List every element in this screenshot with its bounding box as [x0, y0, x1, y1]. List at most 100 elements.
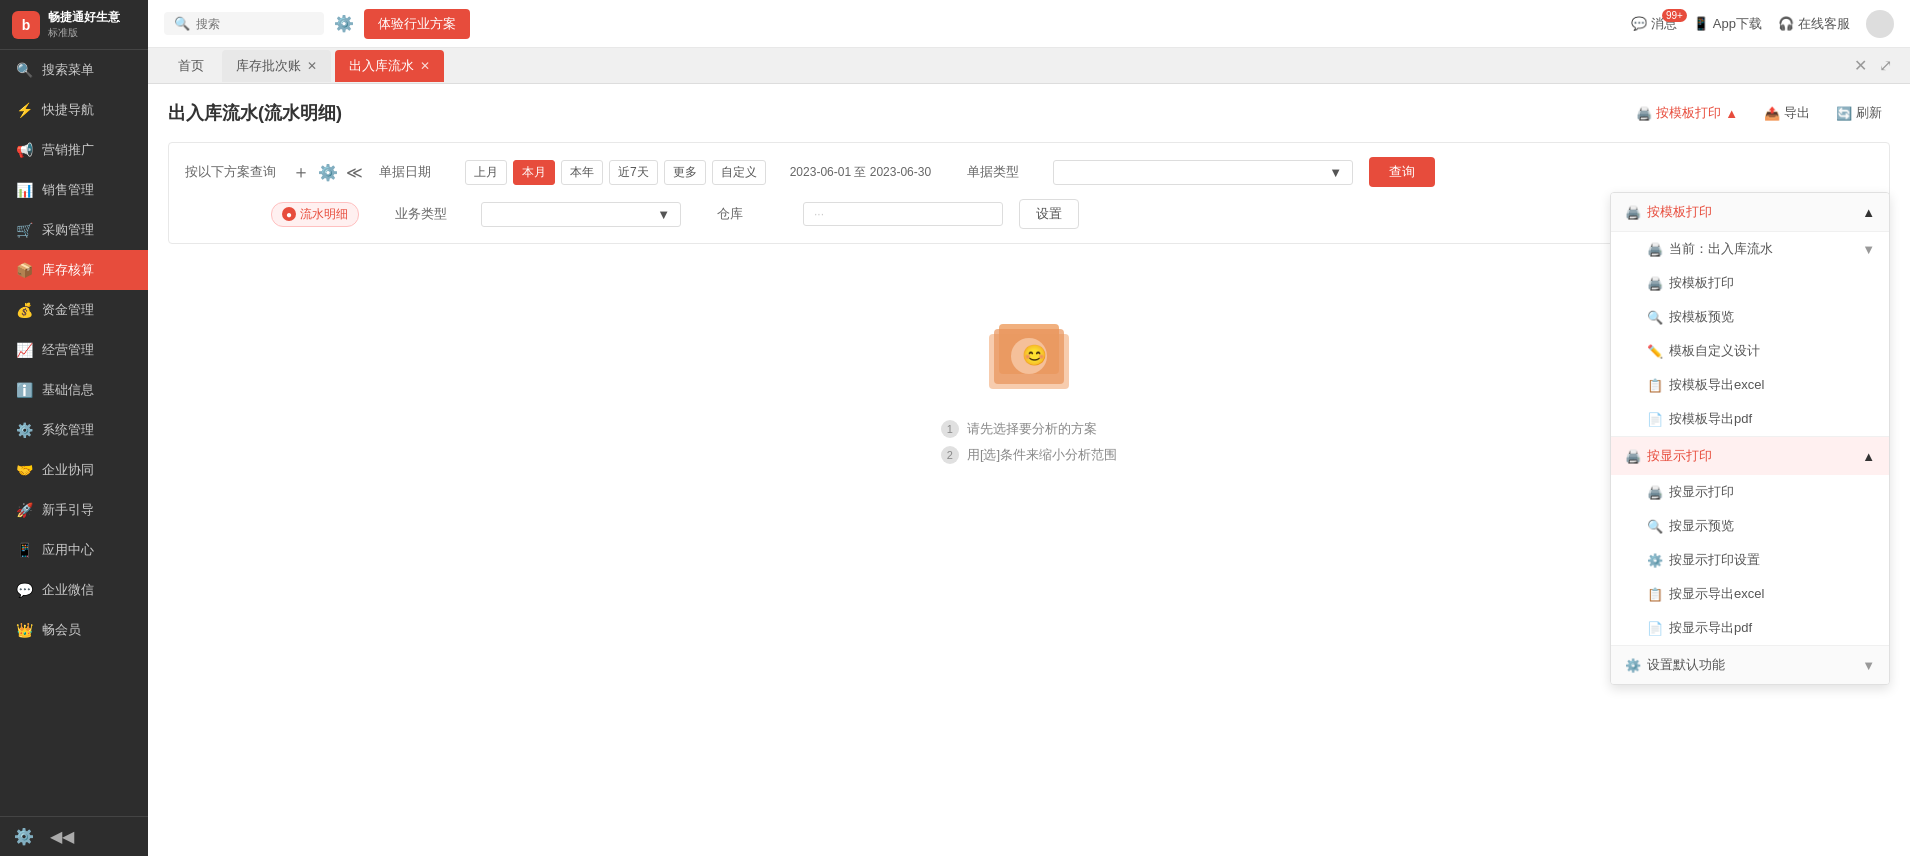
topbar-gear-icon[interactable]: ⚙️: [334, 14, 354, 33]
online-service-button[interactable]: 🎧 在线客服: [1778, 15, 1850, 33]
template-print-dropdown: 🖨️ 按模板打印 ▲ 🖨️ 当前：出入库流水 ▼ 🖨️ 按模板打印 🔍: [1610, 192, 1890, 685]
page-title: 出入库流水(流水明细): [168, 101, 342, 125]
date-btn-last7[interactable]: 近7天: [609, 160, 658, 185]
refresh-button[interactable]: 🔄 刷新: [1828, 100, 1890, 126]
sidebar-item-purchase[interactable]: 🛒 采购管理: [0, 210, 148, 250]
logo-text: 畅捷通好生意 标准版: [48, 10, 120, 39]
current-icon: 🖨️: [1647, 242, 1663, 257]
warehouse-select[interactable]: ···: [803, 202, 1003, 226]
footer-settings-icon: ⚙️: [1625, 658, 1641, 673]
query-button[interactable]: 查询: [1369, 157, 1435, 187]
doc-type-select[interactable]: ▼: [1053, 160, 1353, 185]
close-window-button[interactable]: ✕: [1852, 54, 1869, 77]
filter-collapse-button[interactable]: ≪: [346, 163, 363, 182]
sidebar-item-guide[interactable]: 🚀 新手引导: [0, 490, 148, 530]
date-btn-this-year[interactable]: 本年: [561, 160, 603, 185]
empty-tip-1: 1 请先选择要分析的方案: [941, 420, 1117, 438]
display-settings-icon: ⚙️: [1647, 553, 1663, 568]
sidebar-item-apps[interactable]: 📱 应用中心: [0, 530, 148, 570]
box-icon: 📦: [14, 260, 34, 280]
tab-flow-close[interactable]: ✕: [420, 59, 430, 73]
sub-pdf-icon: 📄: [1647, 412, 1663, 427]
headset-icon: 🎧: [1778, 16, 1794, 31]
sidebar-nav: 🔍 搜索菜单 ⚡ 快捷导航 📢 营销推广 📊 销售管理 🛒 采购管理 📦 库存核…: [0, 50, 148, 816]
handshake-icon: 🤝: [14, 460, 34, 480]
download-icon: 📱: [1693, 16, 1709, 31]
dropdown-template-export-pdf[interactable]: 📄 按模板导出pdf: [1611, 402, 1889, 436]
sidebar: b 畅捷通好生意 标准版 🔍 搜索菜单 ⚡ 快捷导航 📢 营销推广 📊 销售管理…: [0, 0, 148, 856]
warehouse-label: 仓库: [717, 205, 787, 223]
business-type-label: 业务类型: [395, 205, 465, 223]
dropdown-current-selection[interactable]: 🖨️ 当前：出入库流水 ▼: [1611, 232, 1889, 266]
dropdown-template-export-excel[interactable]: 📋 按模板导出excel: [1611, 368, 1889, 402]
display-print-icon: 🖨️: [1647, 485, 1663, 500]
date-btn-more[interactable]: 更多: [664, 160, 706, 185]
sidebar-item-marketing[interactable]: 📢 营销推广: [0, 130, 148, 170]
chevron-up-icon: ▲: [1725, 106, 1738, 121]
trial-button[interactable]: 体验行业方案: [364, 9, 470, 39]
sidebar-item-inventory[interactable]: 📦 库存核算: [0, 250, 148, 290]
rocket-icon: 🚀: [14, 500, 34, 520]
export-button[interactable]: 📤 导出: [1756, 100, 1818, 126]
search-box[interactable]: 🔍: [164, 12, 324, 35]
expand-window-button[interactable]: ⤢: [1877, 54, 1894, 77]
tab-home[interactable]: 首页: [164, 50, 218, 82]
chevron-down-icon: ▼: [1329, 165, 1342, 180]
sub-custom-icon: ✏️: [1647, 344, 1663, 359]
dropdown-footer[interactable]: ⚙️ 设置默认功能 ▼: [1611, 645, 1889, 684]
search-input[interactable]: [196, 17, 296, 31]
filter-settings-button[interactable]: ⚙️: [318, 163, 338, 182]
tab-batch-close[interactable]: ✕: [307, 59, 317, 73]
tab-batch[interactable]: 库存批次账 ✕: [222, 50, 331, 82]
main-area: 🔍 ⚙️ 体验行业方案 💬 消息 99+ 📱 App下载 🎧 在线客服: [148, 0, 1910, 856]
doc-type-label: 单据类型: [967, 163, 1037, 181]
logo: b 畅捷通好生意 标准版: [0, 0, 148, 50]
dropdown-template-print[interactable]: 🖨️ 按模板打印: [1611, 266, 1889, 300]
sidebar-item-operations[interactable]: 📈 经营管理: [0, 330, 148, 370]
sidebar-item-sales[interactable]: 📊 销售管理: [0, 170, 148, 210]
sidebar-item-finance[interactable]: 💰 资金管理: [0, 290, 148, 330]
sidebar-item-system[interactable]: ⚙️ 系统管理: [0, 410, 148, 450]
sidebar-item-wechat[interactable]: 💬 企业微信: [0, 570, 148, 610]
dropdown-header-label: 🖨️ 按模板打印: [1625, 203, 1712, 221]
sidebar-item-corp[interactable]: 🤝 企业协同: [0, 450, 148, 490]
date-btn-last-month[interactable]: 上月: [465, 160, 507, 185]
set-button[interactable]: 设置: [1019, 199, 1079, 229]
filter-prefix-label: 按以下方案查询: [185, 163, 276, 181]
date-btn-this-month[interactable]: 本月: [513, 160, 555, 185]
dropdown-display-section-header[interactable]: 🖨️ 按显示打印 ▲: [1611, 437, 1889, 475]
dropdown-display-print-settings[interactable]: ⚙️ 按显示打印设置: [1611, 543, 1889, 577]
date-btn-custom[interactable]: 自定义: [712, 160, 766, 185]
dropdown-collapse-icon[interactable]: ▲: [1862, 205, 1875, 220]
message-button[interactable]: 💬 消息 99+: [1631, 15, 1677, 33]
sidebar-item-quicknav[interactable]: ⚡ 快捷导航: [0, 90, 148, 130]
dropdown-display-print[interactable]: 🖨️ 按显示打印: [1611, 475, 1889, 509]
dropdown-display-section: 🖨️ 按显示打印 ▲ 🖨️ 按显示打印 🔍 按显示预览 ⚙️ 按显示打印设置: [1611, 436, 1889, 645]
user-avatar[interactable]: [1866, 10, 1894, 38]
money-icon: 💰: [14, 300, 34, 320]
crown-icon: 👑: [14, 620, 34, 640]
business-type-select[interactable]: ▼: [481, 202, 681, 227]
dropdown-template-preview[interactable]: 🔍 按模板预览: [1611, 300, 1889, 334]
settings-bottom-icon[interactable]: ⚙️: [14, 827, 34, 846]
svg-text:😊: 😊: [1022, 343, 1047, 367]
sidebar-item-vip[interactable]: 👑 畅会员: [0, 610, 148, 650]
dropdown-template-custom[interactable]: ✏️ 模板自定义设计: [1611, 334, 1889, 368]
tab-flow[interactable]: 出入库流水 ✕: [335, 50, 444, 82]
date-range-display: 2023-06-01 至 2023-06-30: [790, 164, 931, 181]
empty-tip-2: 2 用[选]条件来缩小分析范围: [941, 446, 1117, 464]
sidebar-item-basic[interactable]: ℹ️ 基础信息: [0, 370, 148, 410]
dropdown-display-export-pdf[interactable]: 📄 按显示导出pdf: [1611, 611, 1889, 645]
collapse-sidebar-icon[interactable]: ◀◀: [50, 827, 74, 846]
dropdown-display-preview[interactable]: 🔍 按显示预览: [1611, 509, 1889, 543]
template-print-button[interactable]: 🖨️ 按模板打印 ▲: [1628, 100, 1746, 126]
search-icon: 🔍: [174, 16, 190, 31]
dropdown-display-export-excel[interactable]: 📋 按显示导出excel: [1611, 577, 1889, 611]
sidebar-item-search[interactable]: 🔍 搜索菜单: [0, 50, 148, 90]
filter-tag-flow[interactable]: ● 流水明细: [271, 202, 359, 227]
sub-excel-icon: 📋: [1647, 378, 1663, 393]
date-filter-label: 单据日期: [379, 163, 449, 181]
search-icon: 🔍: [14, 60, 34, 80]
add-filter-button[interactable]: ＋: [292, 160, 310, 184]
app-download-button[interactable]: 📱 App下载: [1693, 15, 1762, 33]
